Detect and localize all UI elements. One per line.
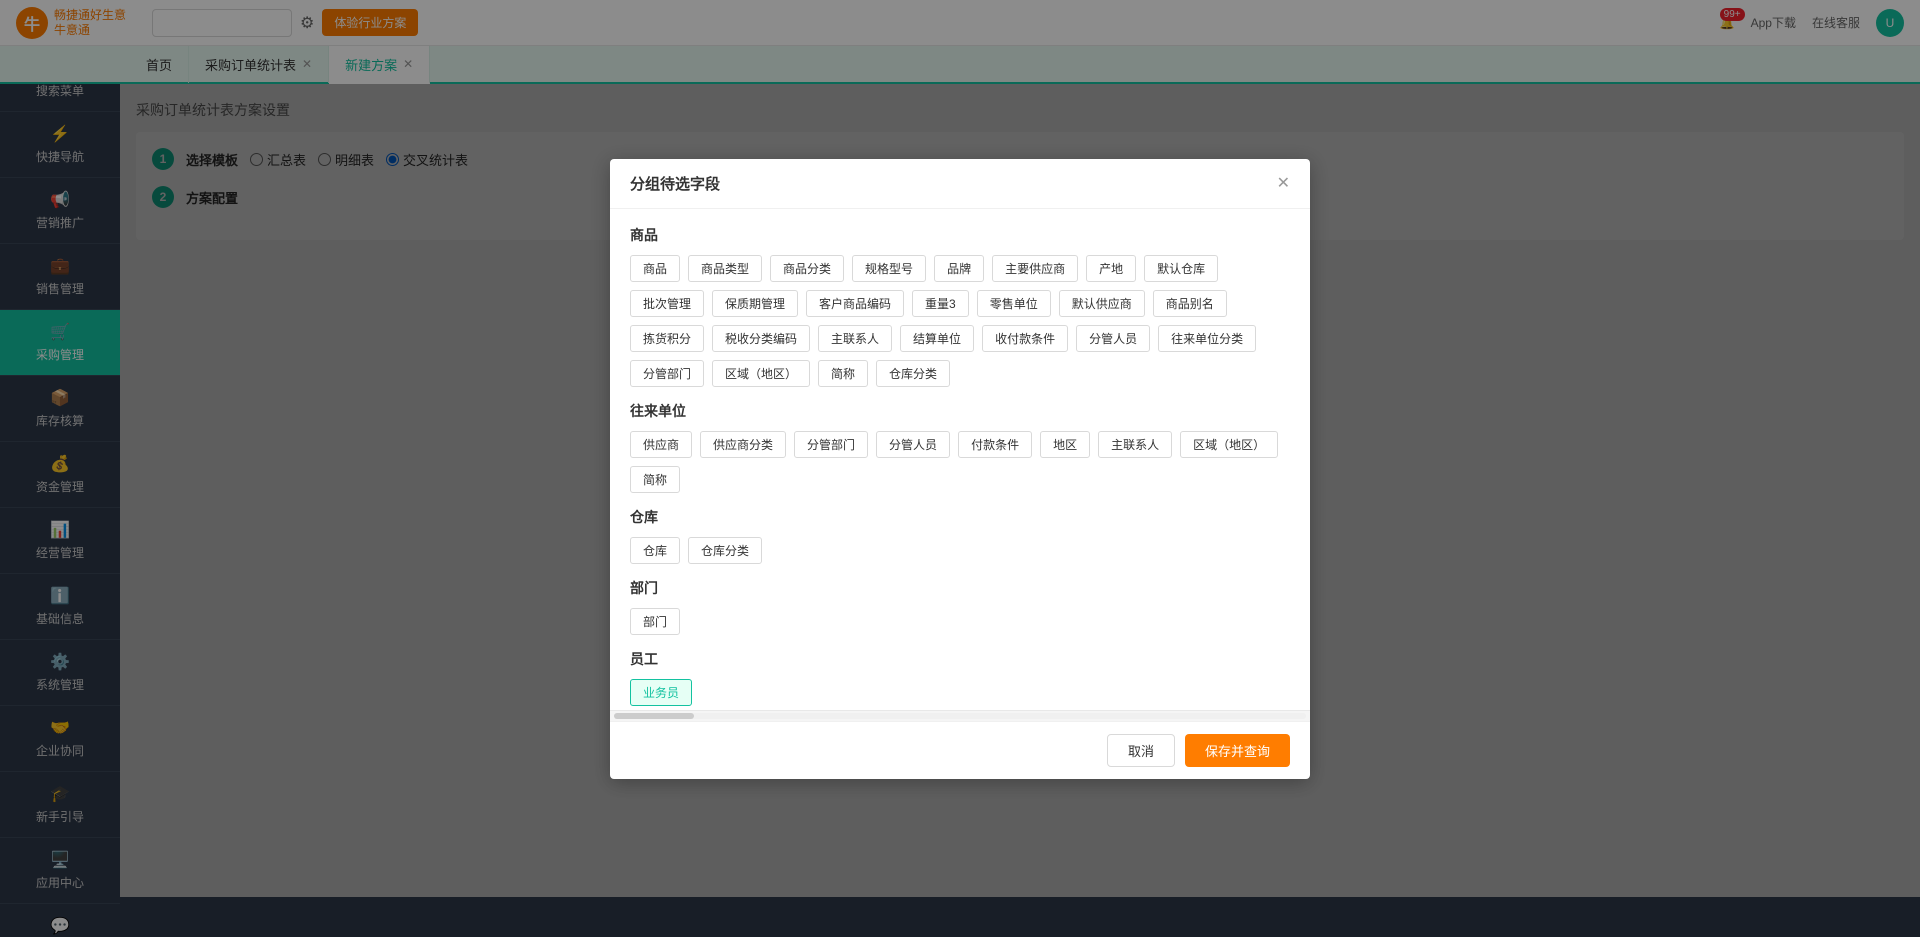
section-title-goods: 商品 (630, 225, 1290, 245)
field-warehouse-category[interactable]: 仓库分类 (688, 537, 762, 564)
field-dept-in-charge[interactable]: 分管部门 (630, 360, 704, 387)
field-brand[interactable]: 品牌 (934, 255, 984, 282)
confirm-button[interactable]: 保存并查询 (1185, 734, 1290, 767)
field-goods-type[interactable]: 商品类型 (688, 255, 762, 282)
field-default-warehouse[interactable]: 默认仓库 (1144, 255, 1218, 282)
modal-footer: 取消 保存并查询 (610, 721, 1310, 779)
field-settle-unit[interactable]: 结算单位 (900, 325, 974, 352)
field-select-modal: 分组待选字段 ✕ 商品 商品 商品类型 商品分类 规格型号 品牌 主要供应商 产… (610, 159, 1310, 779)
section-title-staff: 员工 (630, 649, 1290, 669)
field-payment-terms[interactable]: 收付款条件 (982, 325, 1068, 352)
field-dept[interactable]: 部门 (630, 608, 680, 635)
field-supplier[interactable]: 供应商 (630, 431, 692, 458)
field-manage-person[interactable]: 分管人员 (876, 431, 950, 458)
field-customer-code[interactable]: 客户商品编码 (806, 290, 904, 317)
field-goods-alias[interactable]: 商品别名 (1153, 290, 1227, 317)
field-main-contact[interactable]: 主联系人 (818, 325, 892, 352)
field-goods-category[interactable]: 商品分类 (770, 255, 844, 282)
field-weight3[interactable]: 重量3 (912, 290, 969, 317)
field-retail-unit[interactable]: 零售单位 (977, 290, 1051, 317)
field-supplier-category[interactable]: 供应商分类 (700, 431, 786, 458)
field-region-goods[interactable]: 区域（地区） (712, 360, 810, 387)
modal-body[interactable]: 商品 商品 商品类型 商品分类 规格型号 品牌 主要供应商 产地 默认仓库 批次… (610, 209, 1310, 711)
field-area[interactable]: 地区 (1040, 431, 1090, 458)
field-abbr-partner[interactable]: 简称 (630, 466, 680, 493)
field-batch-mgmt[interactable]: 批次管理 (630, 290, 704, 317)
section-title-partner: 往来单位 (630, 401, 1290, 421)
field-warehouse[interactable]: 仓库 (630, 537, 680, 564)
section-title-warehouse: 仓库 (630, 507, 1290, 527)
section-title-dept: 部门 (630, 578, 1290, 598)
field-grid-goods: 商品 商品类型 商品分类 规格型号 品牌 主要供应商 产地 默认仓库 批次管理 … (630, 255, 1290, 387)
field-grid-partner: 供应商 供应商分类 分管部门 分管人员 付款条件 地区 主联系人 区域（地区） … (630, 431, 1290, 493)
field-grid-staff: 业务员 (630, 679, 1290, 706)
field-wh-category-goods[interactable]: 仓库分类 (876, 360, 950, 387)
field-grid-dept: 部门 (630, 608, 1290, 635)
field-origin[interactable]: 产地 (1086, 255, 1136, 282)
field-manage-dept[interactable]: 分管部门 (794, 431, 868, 458)
field-main-supplier[interactable]: 主要供应商 (992, 255, 1078, 282)
modal-hscroll[interactable] (610, 710, 1310, 720)
field-spec-model[interactable]: 规格型号 (852, 255, 926, 282)
field-main-contact-partner[interactable]: 主联系人 (1098, 431, 1172, 458)
cancel-button[interactable]: 取消 (1107, 734, 1175, 767)
field-grid-warehouse: 仓库 仓库分类 (630, 537, 1290, 564)
field-salesperson[interactable]: 业务员 (630, 679, 692, 706)
field-abbr-goods[interactable]: 简称 (818, 360, 868, 387)
field-manager-staff[interactable]: 分管人员 (1076, 325, 1150, 352)
field-expiry-mgmt[interactable]: 保质期管理 (712, 290, 798, 317)
modal-close-btn[interactable]: ✕ (1277, 173, 1290, 193)
field-partner-category[interactable]: 往来单位分类 (1158, 325, 1256, 352)
field-pick-points[interactable]: 拣货积分 (630, 325, 704, 352)
modal-overlay: 分组待选字段 ✕ 商品 商品 商品类型 商品分类 规格型号 品牌 主要供应商 产… (0, 0, 1920, 937)
modal-header: 分组待选字段 ✕ (610, 159, 1310, 209)
field-region-partner[interactable]: 区域（地区） (1180, 431, 1278, 458)
field-pay-terms[interactable]: 付款条件 (958, 431, 1032, 458)
field-tax-code[interactable]: 税收分类编码 (712, 325, 810, 352)
field-default-supplier[interactable]: 默认供应商 (1059, 290, 1145, 317)
field-goods[interactable]: 商品 (630, 255, 680, 282)
modal-title: 分组待选字段 (630, 173, 720, 194)
